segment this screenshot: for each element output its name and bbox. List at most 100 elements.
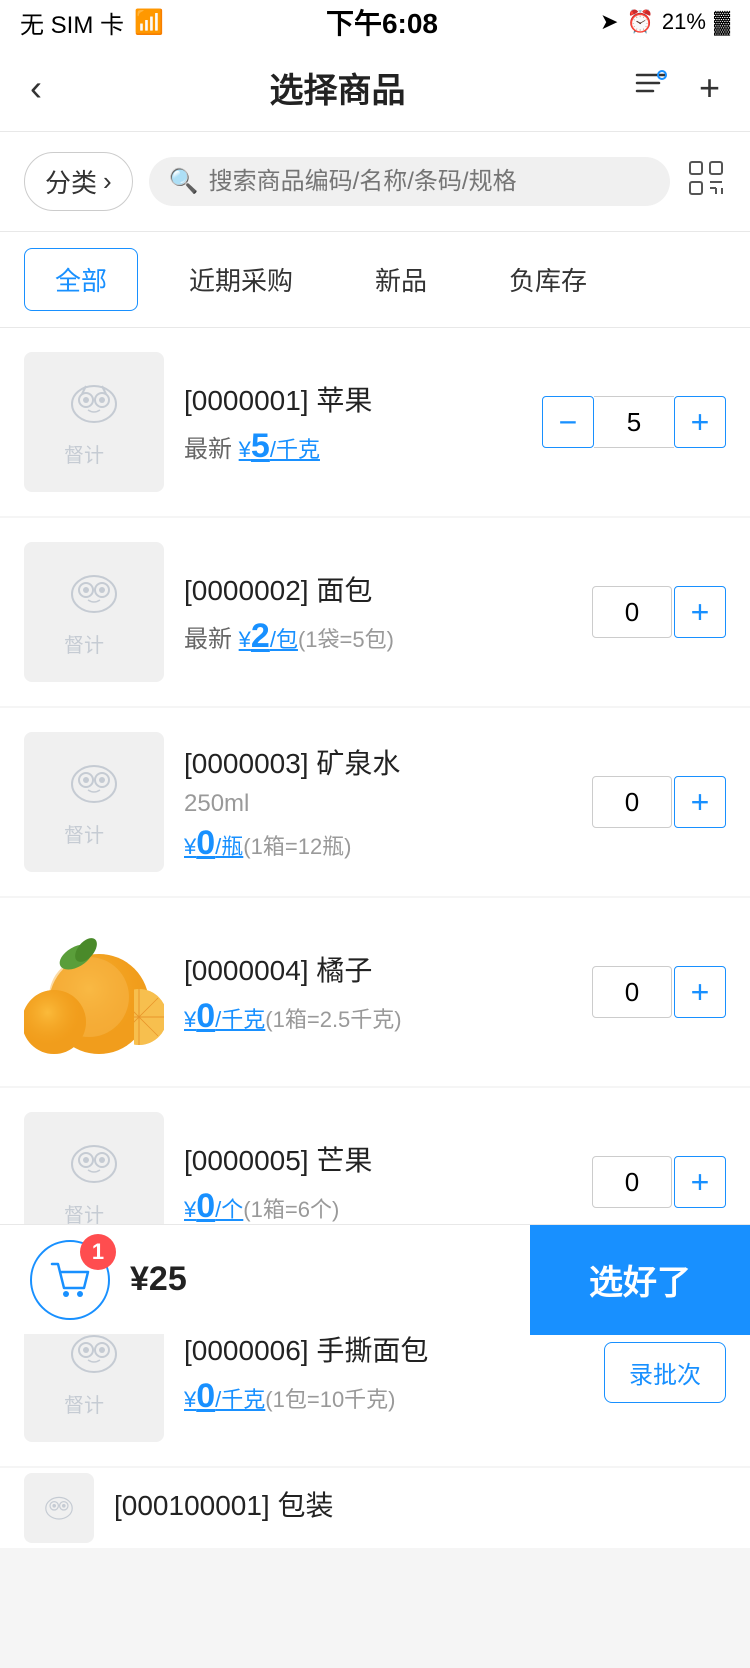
product-info-0000006: [0000006] 手撕面包 ¥0/千克(1包=10千克) (184, 1329, 584, 1416)
brand-text: 督计 (64, 439, 124, 468)
tab-new[interactable]: 新品 (344, 248, 458, 311)
price-currency: ¥ (184, 1007, 196, 1032)
price-unit: /千克 (215, 1387, 265, 1412)
cart-total: ¥25 (130, 1260, 187, 1299)
price-unit: /千克 (270, 437, 320, 462)
price-currency: ¥ (184, 1197, 196, 1222)
search-area: 分类 › 🔍 (0, 132, 750, 232)
tab-neg-stock[interactable]: 负库存 (478, 248, 618, 311)
price-value: 0 (196, 1377, 215, 1415)
qty-minus-0000001[interactable]: − (542, 396, 594, 448)
price-value: 0 (196, 1187, 215, 1225)
tab-all[interactable]: 全部 (24, 248, 138, 311)
tab-recent[interactable]: 近期采购 (158, 248, 324, 311)
search-input[interactable] (209, 168, 650, 196)
product-name-0000002: [0000002] 面包 (184, 569, 572, 609)
product-price-0000006: ¥0/千克(1包=10千克) (184, 1377, 584, 1416)
qty-plus-0000002[interactable]: + (674, 586, 726, 638)
qty-control-0000006: 录批次 (604, 1342, 726, 1403)
product-price-0000002: 最新 ¥2/包(1袋=5包) (184, 617, 572, 656)
qty-plus-0000005[interactable]: + (674, 1156, 726, 1208)
product-info-0000005: [0000005] 芒果 ¥0/个(1箱=6个) (184, 1139, 572, 1226)
cart-button[interactable]: 1 (30, 1240, 110, 1320)
price-unit: /瓶 (215, 834, 243, 859)
product-item-partial: [000100001] 包装 (0, 1468, 750, 1548)
qty-plus-0000001[interactable]: + (674, 396, 726, 448)
owl-icon (64, 566, 124, 623)
price-note: (1包=10千克) (265, 1387, 395, 1412)
product-name-partial: [000100001] 包装 (114, 1484, 726, 1524)
qty-control-0000003: + (592, 776, 726, 828)
bottom-bar: 1 ¥25 选好了 (0, 1224, 750, 1334)
owl-icon (41, 1491, 77, 1525)
cart-section: 1 ¥25 (0, 1240, 530, 1320)
category-button[interactable]: 分类 › (24, 152, 133, 211)
qty-input-0000003[interactable] (592, 776, 672, 828)
qty-plus-0000004[interactable]: + (674, 966, 726, 1018)
confirm-button[interactable]: 选好了 (530, 1225, 750, 1335)
cart-badge: 1 (80, 1234, 116, 1270)
nav-bar: ‹ 选择商品 + (0, 44, 750, 132)
battery-text: 21% (662, 9, 706, 35)
status-right: ➤ ⏰ 21% ▓ (600, 9, 730, 35)
filter-icon[interactable] (633, 65, 669, 110)
product-list: 督计 [0000001] 苹果 最新 ¥5/千克 − + (0, 328, 750, 1668)
product-info-partial: [000100001] 包装 (114, 1484, 726, 1532)
price-note: (1箱=6个) (243, 1197, 339, 1222)
product-name-0000004: [0000004] 橘子 (184, 949, 572, 989)
page-title: 选择商品 (269, 63, 405, 112)
product-name-0000001: [0000001] 苹果 (184, 379, 522, 419)
qty-control-0000005: + (592, 1156, 726, 1208)
price-note: (1袋=5包) (298, 627, 394, 652)
product-image-partial (24, 1473, 94, 1543)
price-value: 2 (251, 617, 270, 655)
brand-text: 督计 (64, 1389, 124, 1418)
product-spec-0000003: 250ml (184, 790, 572, 818)
product-price-0000004: ¥0/千克(1箱=2.5千克) (184, 997, 572, 1036)
location-icon: ➤ (600, 9, 618, 35)
chevron-icon: › (103, 166, 112, 197)
qty-input-0000002[interactable] (592, 586, 672, 638)
product-item-0000003: 督计 [0000003] 矿泉水 250ml ¥0/瓶(1箱=12瓶) + (0, 708, 750, 896)
product-name-0000003: [0000003] 矿泉水 (184, 742, 572, 782)
add-icon[interactable]: + (699, 67, 720, 109)
scan-icon[interactable] (686, 158, 726, 206)
status-left: 无 SIM 卡 📶 (20, 5, 164, 40)
product-item-0000004: [0000004] 橘子 ¥0/千克(1箱=2.5千克) + (0, 898, 750, 1086)
qty-control-0000002: + (592, 586, 726, 638)
brand-text: 督计 (64, 819, 124, 848)
price-currency: ¥ (239, 437, 251, 462)
alarm-icon: ⏰ (626, 9, 653, 35)
product-info-0000002: [0000002] 面包 最新 ¥2/包(1袋=5包) (184, 569, 572, 656)
owl-icon (64, 1326, 124, 1383)
product-price-0000001: 最新 ¥5/千克 (184, 427, 522, 466)
product-price-0000003: ¥0/瓶(1箱=12瓶) (184, 824, 572, 863)
product-image-0000004 (24, 922, 164, 1062)
product-item-0000001: 督计 [0000001] 苹果 最新 ¥5/千克 − + (0, 328, 750, 516)
qty-input-0000005[interactable] (592, 1156, 672, 1208)
qty-control-0000004: + (592, 966, 726, 1018)
owl-icon (64, 376, 124, 433)
status-bar: 无 SIM 卡 📶 下午6:08 ➤ ⏰ 21% ▓ (0, 0, 750, 44)
price-value: 5 (251, 427, 270, 465)
filter-tabs: 全部 近期采购 新品 负库存 (0, 232, 750, 328)
no-sim-text: 无 SIM 卡 (20, 5, 124, 40)
qty-plus-0000003[interactable]: + (674, 776, 726, 828)
nav-actions: + (633, 65, 720, 110)
price-currency: ¥ (239, 627, 251, 652)
qty-input-0000001[interactable] (594, 396, 674, 448)
qty-control-0000001: − + (542, 396, 726, 448)
category-label: 分类 (45, 163, 97, 200)
wifi-icon: 📶 (134, 8, 164, 37)
search-icon: 🔍 (169, 167, 199, 196)
price-note: (1箱=12瓶) (243, 834, 351, 859)
price-unit: /个 (215, 1197, 243, 1222)
price-currency: ¥ (184, 1387, 196, 1412)
product-image-0000002: 督计 (24, 542, 164, 682)
record-batch-button-0000006[interactable]: 录批次 (604, 1342, 726, 1403)
price-value: 0 (196, 997, 215, 1035)
qty-input-0000004[interactable] (592, 966, 672, 1018)
back-button[interactable]: ‹ (30, 67, 42, 109)
product-image-0000001: 督计 (24, 352, 164, 492)
product-price-0000005: ¥0/个(1箱=6个) (184, 1187, 572, 1226)
